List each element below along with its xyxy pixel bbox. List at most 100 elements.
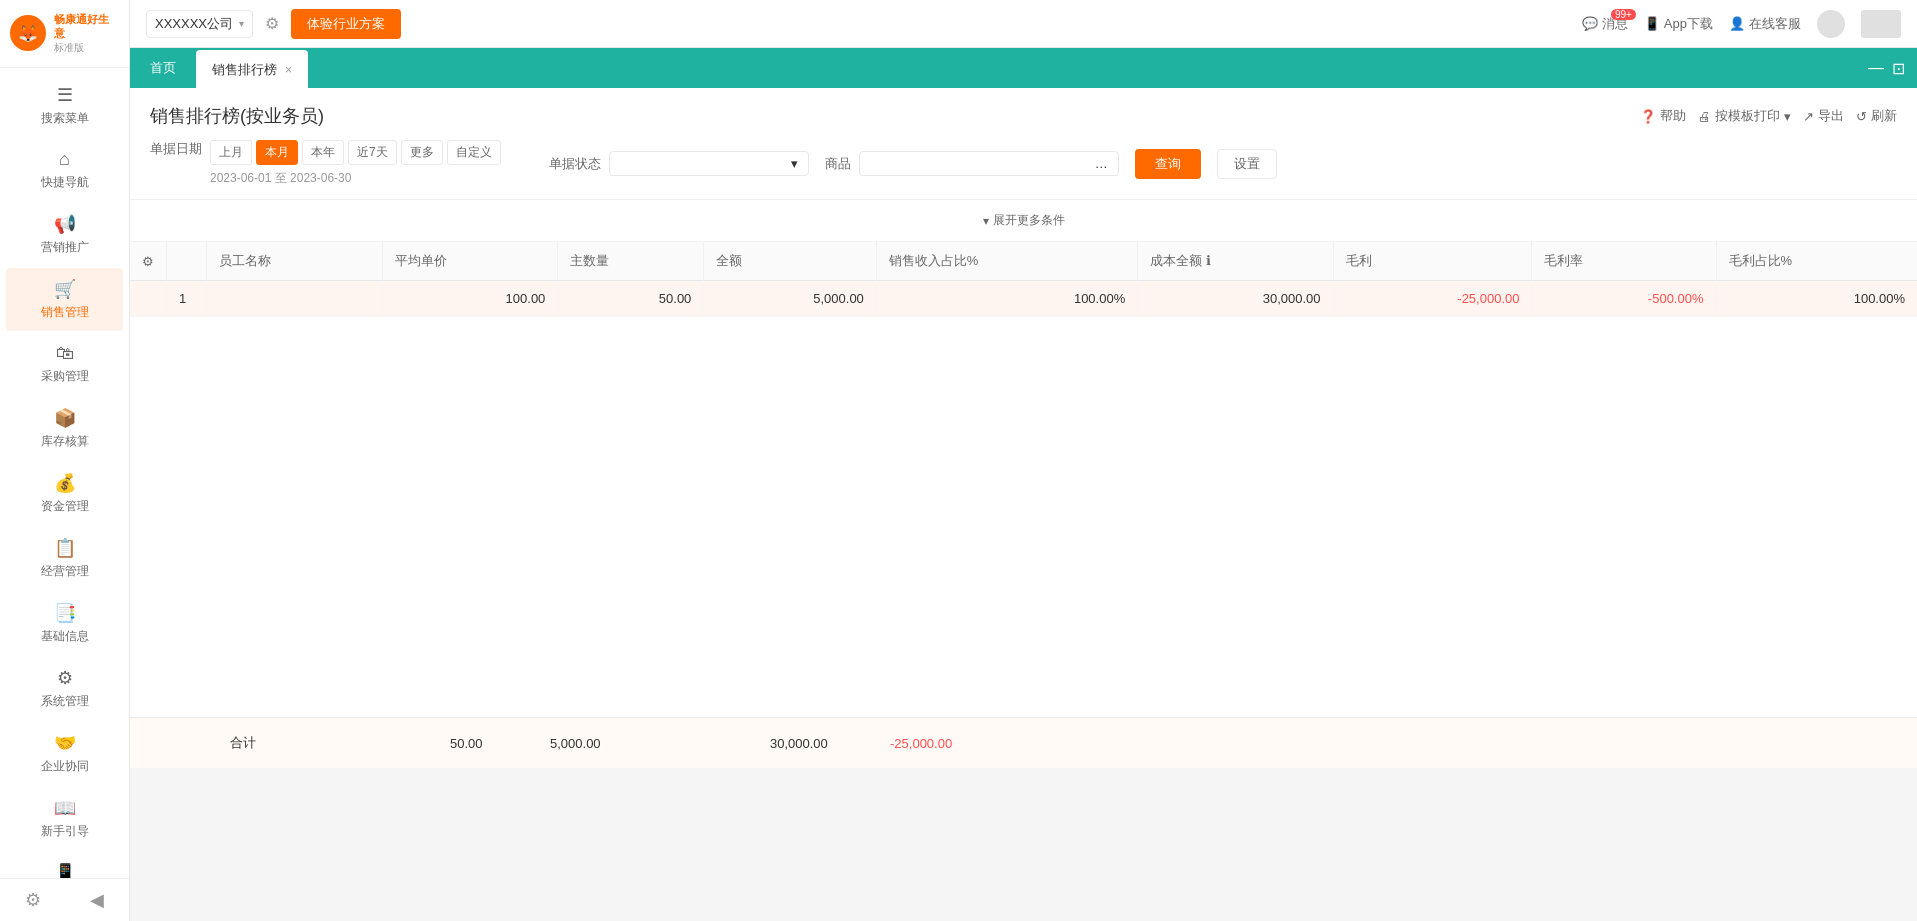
service-icon: 👤 [1729, 16, 1745, 31]
sidebar-item-app-center[interactable]: 📱 应用中心 [6, 852, 123, 878]
tab-home[interactable]: 首页 [130, 48, 196, 88]
col-cost: 成本全额 ℹ [1138, 242, 1333, 281]
sidebar-item-quick-nav[interactable]: ⌂ 快捷导航 [6, 139, 123, 201]
table-container: ⚙ 员工名称 平均单价 主数量 全额 销售收入占比% 成本全额 ℹ 毛利 [130, 242, 1917, 317]
date-range-display: 2023-06-01 至 2023-06-30 [210, 170, 501, 187]
top-bar: XXXXXX公司 ▾ ⚙ 体验行业方案 💬 消息 99+ 📱 App下载 👤 在… [130, 0, 1917, 48]
tab-right-actions: — ⊡ [1868, 59, 1917, 78]
company-name: XXXXXX公司 [155, 15, 233, 33]
footer-quantity-cell: 50.00 [438, 730, 538, 757]
help-button[interactable]: ❓ 帮助 [1640, 107, 1686, 125]
help-label: 帮助 [1660, 107, 1686, 125]
col-profit-rate: 毛利率 [1532, 242, 1716, 281]
sidebar-collapse-btn[interactable]: ◀ [90, 889, 104, 911]
date-filter-label: 单据日期 [150, 140, 202, 158]
expand-more-btn[interactable]: ▾ 展开更多条件 [975, 204, 1073, 237]
sidebar-item-cooperation[interactable]: 🤝 企业协同 [6, 722, 123, 785]
col-employee: 员工名称 [207, 242, 383, 281]
sidebar-item-purchase[interactable]: 🛍 采购管理 [6, 333, 123, 395]
sidebar-item-search[interactable]: ☰ 搜索菜单 [6, 74, 123, 137]
sidebar-item-label: 搜索菜单 [41, 110, 89, 127]
footer-sales-ratio-cell [638, 737, 758, 749]
app-version: 标准版 [54, 41, 119, 55]
sidebar-settings-btn[interactable]: ⚙ [25, 889, 41, 911]
app-download-btn[interactable]: 📱 App下载 [1644, 15, 1713, 33]
footer-profit-cell: -25,000.00 [878, 730, 998, 757]
footer-profit-ratio-cell [1098, 737, 1198, 749]
col-settings[interactable]: ⚙ [130, 242, 167, 281]
marketing-icon: 📢 [54, 213, 76, 235]
sidebar-item-guide[interactable]: 📖 新手引导 [6, 787, 123, 850]
refresh-button[interactable]: ↺ 刷新 [1856, 107, 1897, 125]
export-icon: ↗ [1803, 109, 1814, 124]
inventory-icon: 📦 [54, 407, 76, 429]
refresh-icon: ↺ [1856, 109, 1867, 124]
filter-area: 单据日期 上月 本月 本年 近7天 更多 自定义 2023-06-01 至 20… [130, 128, 1917, 200]
system-icon: ⚙ [57, 667, 73, 689]
footer-row: 合计 50.00 5,000.00 30,000.00 -25,000.00 [142, 728, 1905, 758]
export-button[interactable]: ↗ 导出 [1803, 107, 1844, 125]
row-profit-rate-cell: -500.00% [1532, 281, 1716, 317]
search-menu-icon: ☰ [57, 84, 73, 106]
export-label: 导出 [1818, 107, 1844, 125]
table-row: 1 100.00 50.00 5,000.00 100.00% 30,000.0… [130, 281, 1917, 317]
sidebar-item-finance[interactable]: 💰 资金管理 [6, 462, 123, 525]
sidebar-item-label: 销售管理 [41, 304, 89, 321]
sidebar-item-label: 系统管理 [41, 693, 89, 710]
row-settings-cell [130, 281, 167, 317]
sidebar-item-label: 库存核算 [41, 433, 89, 450]
company-select[interactable]: XXXXXX公司 ▾ [146, 10, 253, 38]
sidebar-item-basic-info[interactable]: 📑 基础信息 [6, 592, 123, 655]
goods-more-icon: … [1095, 156, 1108, 171]
messages-btn[interactable]: 💬 消息 99+ [1582, 15, 1628, 33]
expand-more-label: 展开更多条件 [993, 212, 1065, 229]
tab-minimize-icon[interactable]: — [1868, 59, 1884, 77]
tab-maximize-icon[interactable]: ⊡ [1892, 59, 1905, 78]
tab-close-icon[interactable]: × [285, 63, 292, 77]
sidebar-item-operations[interactable]: 📋 经营管理 [6, 527, 123, 590]
app-name: 畅康通好生意 [54, 12, 119, 41]
date-prev-btn[interactable]: 上月 [210, 140, 252, 165]
message-badge: 99+ [1611, 9, 1636, 20]
cost-label: 成本全额 ℹ [1150, 253, 1211, 268]
sidebar-item-system[interactable]: ⚙ 系统管理 [6, 657, 123, 720]
content-area: 销售排行榜(按业务员) ❓ 帮助 🖨 按模板打印 ▾ ↗ 导出 [130, 88, 1917, 921]
print-button[interactable]: 🖨 按模板打印 ▾ [1698, 107, 1791, 125]
col-sales-ratio: 销售收入占比% [876, 242, 1137, 281]
date-custom-btn[interactable]: 自定义 [447, 140, 501, 165]
trial-button[interactable]: 体验行业方案 [291, 9, 401, 39]
goods-filter-label: 商品 [825, 155, 851, 173]
row-rank-cell: 1 [167, 281, 207, 317]
footer-avg-price-cell [338, 737, 438, 749]
table-footer: 合计 50.00 5,000.00 30,000.00 -25,000.00 [130, 717, 1917, 768]
user-avatar[interactable] [1817, 10, 1845, 38]
col-profit-ratio: 毛利占比% [1716, 242, 1917, 281]
settings-row-button[interactable]: 设置 [1217, 149, 1277, 179]
sidebar-item-label: 资金管理 [41, 498, 89, 515]
table-empty-area [130, 317, 1917, 717]
tab-sales-ranking[interactable]: 销售排行榜 × [196, 50, 308, 90]
app-center-icon: 📱 [54, 862, 76, 878]
user-name-area [1861, 10, 1901, 38]
sidebar-item-label: 营销推广 [41, 239, 89, 256]
online-service-btn[interactable]: 👤 在线客服 [1729, 15, 1801, 33]
sidebar-bottom: ⚙ ◀ [0, 878, 129, 921]
sidebar-item-marketing[interactable]: 📢 营销推广 [6, 203, 123, 266]
topbar-settings-icon[interactable]: ⚙ [265, 14, 279, 33]
sidebar-item-inventory[interactable]: 📦 库存核算 [6, 397, 123, 460]
sidebar-item-label: 新手引导 [41, 823, 89, 840]
row-profit-ratio-cell: 100.00% [1716, 281, 1917, 317]
row-employee-cell [207, 281, 383, 317]
page-actions: ❓ 帮助 🖨 按模板打印 ▾ ↗ 导出 ↺ 刷新 [1640, 107, 1897, 125]
date-year-btn[interactable]: 本年 [302, 140, 344, 165]
date-current-btn[interactable]: 本月 [256, 140, 298, 165]
goods-input[interactable]: … [859, 151, 1119, 176]
app-download-label: App下载 [1664, 15, 1713, 33]
query-button[interactable]: 查询 [1135, 149, 1201, 179]
date-more-btn[interactable]: 更多 [401, 140, 443, 165]
date-7days-btn[interactable]: 近7天 [348, 140, 397, 165]
main-area: XXXXXX公司 ▾ ⚙ 体验行业方案 💬 消息 99+ 📱 App下载 👤 在… [130, 0, 1917, 921]
status-select[interactable]: ▾ [609, 151, 809, 176]
guide-icon: 📖 [54, 797, 76, 819]
sidebar-item-sales[interactable]: 🛒 销售管理 [6, 268, 123, 331]
